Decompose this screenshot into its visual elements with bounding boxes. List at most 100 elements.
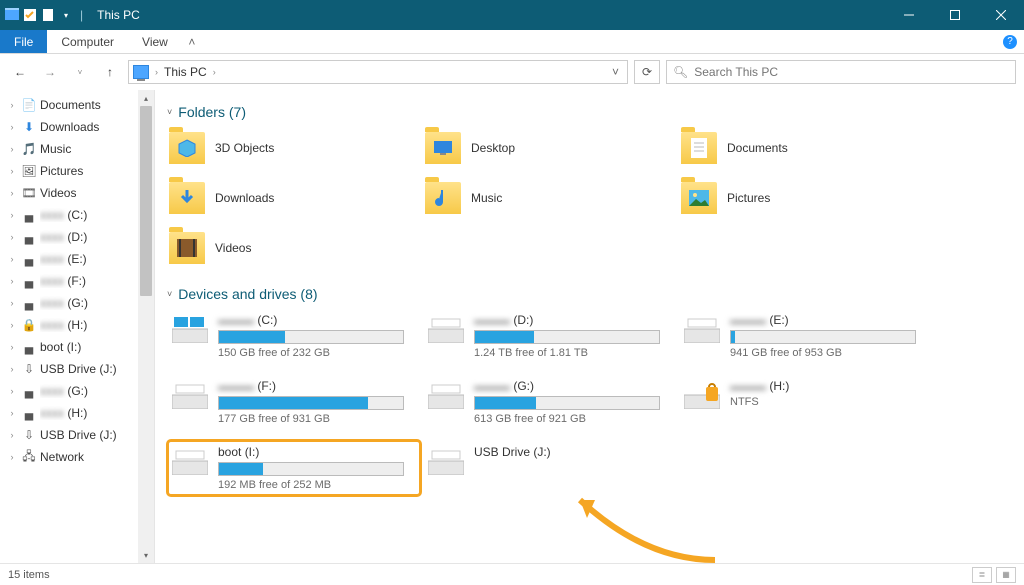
nav-recent-dropdown[interactable]: ˅ — [68, 60, 92, 84]
qat-properties-icon[interactable] — [22, 7, 38, 23]
sidebar-item[interactable]: › ▄ xxxx (E:) — [0, 248, 154, 270]
sidebar-item-label: Music — [40, 142, 71, 156]
thispc-icon — [133, 65, 149, 79]
address-bar[interactable]: › This PC › ˅ — [128, 60, 628, 84]
breadcrumb-sep-icon[interactable]: › — [155, 67, 158, 77]
chevron-down-icon: ˅ — [167, 107, 172, 117]
folder-item[interactable]: Documents — [681, 128, 931, 168]
sidebar-item-label: xxxx (G:) — [40, 384, 88, 398]
view-tiles-button[interactable]: ▦ — [996, 567, 1016, 583]
scroll-thumb[interactable] — [140, 106, 152, 296]
search-box[interactable]: 🔍︎ — [666, 60, 1016, 84]
qat-dropdown-icon[interactable]: ▾ — [58, 7, 74, 23]
sidebar-item[interactable]: › ▄ xxxx (C:) — [0, 204, 154, 226]
sidebar-item[interactable]: › 🎵 Music — [0, 138, 154, 160]
folder-item[interactable]: Pictures — [681, 178, 931, 218]
drive-item[interactable]: ▬▬▬ (H:) NTFS — [681, 376, 931, 428]
sidebar-item-label: boot (I:) — [40, 340, 81, 354]
sidebar-item[interactable]: › 🖧 Network — [0, 446, 154, 468]
folder-icon — [425, 132, 461, 164]
sidebar-item[interactable]: › ▄ xxxx (H:) — [0, 402, 154, 424]
folder-icon — [681, 132, 717, 164]
sidebar-item[interactable]: › ▄ xxxx (G:) — [0, 292, 154, 314]
sidebar-item[interactable]: › 🔒 xxxx (H:) — [0, 314, 154, 336]
folder-item[interactable]: Desktop — [425, 128, 675, 168]
sidebar-item-icon: ▄ — [20, 274, 38, 288]
tab-view[interactable]: View — [128, 30, 182, 53]
sidebar-item[interactable]: › 🖼 Pictures — [0, 160, 154, 182]
drive-icon — [172, 315, 208, 343]
qat-new-icon[interactable] — [40, 7, 56, 23]
sidebar-item[interactable]: › ▄ xxxx (F:) — [0, 270, 154, 292]
drive-item[interactable]: ▬▬▬ (C:) 150 GB free of 232 GB — [169, 310, 419, 362]
chevron-right-icon: › — [6, 320, 18, 330]
sidebar-item-label: xxxx (E:) — [40, 252, 87, 266]
sidebar-item[interactable]: › 📄 Documents — [0, 94, 154, 116]
chevron-right-icon: › — [6, 188, 18, 198]
drive-icon — [428, 315, 464, 343]
sidebar-item-icon: 🎵 — [20, 142, 38, 156]
sidebar-item[interactable]: › ⬇ Downloads — [0, 116, 154, 138]
drive-item[interactable]: ▬▬▬ (D:) 1.24 TB free of 1.81 TB — [425, 310, 675, 362]
breadcrumb-sep-icon[interactable]: › — [213, 67, 216, 77]
ribbon-minimize-icon[interactable]: ˄ — [182, 30, 202, 53]
folder-label: Music — [471, 191, 502, 205]
nav-up-button[interactable]: ↑ — [98, 60, 122, 84]
view-details-button[interactable]: ≣ — [972, 567, 992, 583]
group-folders-header[interactable]: ˅ Folders (7) — [167, 104, 1024, 120]
drive-label: ▬▬▬ (H:) — [730, 379, 928, 393]
sidebar-item[interactable]: › ▄ xxxx (D:) — [0, 226, 154, 248]
drive-usage-bar — [218, 462, 404, 476]
sidebar-item[interactable]: › ⇩ USB Drive (J:) — [0, 358, 154, 380]
folder-item[interactable]: Downloads — [169, 178, 419, 218]
sidebar-item-label: xxxx (C:) — [40, 208, 87, 222]
sidebar-item[interactable]: › ▄ xxxx (G:) — [0, 380, 154, 402]
drive-item[interactable]: USB Drive (J:) — [425, 442, 675, 494]
address-dropdown-icon[interactable]: ˅ — [608, 65, 623, 79]
tab-file[interactable]: File — [0, 30, 47, 53]
tab-computer[interactable]: Computer — [47, 30, 128, 53]
drive-item[interactable]: ▬▬▬ (F:) 177 GB free of 931 GB — [169, 376, 419, 428]
sidebar-item-icon: ▄ — [20, 406, 38, 420]
folder-item[interactable]: Music — [425, 178, 675, 218]
group-drives-header[interactable]: ˅ Devices and drives (8) — [167, 286, 1024, 302]
sidebar-item[interactable]: › ⇩ USB Drive (J:) — [0, 424, 154, 446]
sidebar-item-label: Videos — [40, 186, 76, 200]
close-button[interactable] — [978, 0, 1024, 30]
folder-item[interactable]: 3D Objects — [169, 128, 419, 168]
scroll-up-icon[interactable]: ▴ — [138, 90, 154, 106]
sidebar-item-label: xxxx (D:) — [40, 230, 87, 244]
drive-item[interactable]: boot (I:) 192 MB free of 252 MB — [169, 442, 419, 494]
sidebar-scrollbar[interactable]: ▴ ▾ — [138, 90, 154, 563]
drive-free-text: 1.24 TB free of 1.81 TB — [474, 347, 672, 359]
sidebar-item-icon: ▄ — [20, 208, 38, 222]
drive-icon — [428, 447, 464, 475]
sidebar-item-icon: ▄ — [20, 384, 38, 398]
drive-item[interactable]: ▬▬▬ (E:) 941 GB free of 953 GB — [681, 310, 931, 362]
search-input[interactable] — [694, 65, 1009, 79]
sidebar-item-label: xxxx (H:) — [40, 318, 87, 332]
help-button[interactable]: ? — [996, 30, 1024, 53]
maximize-button[interactable] — [932, 0, 978, 30]
drive-item[interactable]: ▬▬▬ (G:) 613 GB free of 921 GB — [425, 376, 675, 428]
sidebar-item-label: USB Drive (J:) — [40, 362, 117, 376]
status-bar: 15 items ≣ ▦ — [0, 563, 1024, 585]
sidebar-item[interactable]: › ▄ boot (I:) — [0, 336, 154, 358]
minimize-button[interactable] — [886, 0, 932, 30]
sidebar-item-label: xxxx (F:) — [40, 274, 86, 288]
qat-explorer-icon[interactable] — [4, 7, 20, 23]
sidebar-item[interactable]: › 🎞 Videos — [0, 182, 154, 204]
nav-back-button[interactable]: ← — [8, 60, 32, 84]
drive-usage-bar — [730, 330, 916, 344]
nav-tree[interactable]: › 📄 Documents› ⬇ Downloads› 🎵 Music› 🖼 P… — [0, 90, 155, 563]
refresh-button[interactable]: ⟳ — [634, 60, 660, 84]
folder-item[interactable]: Videos — [169, 228, 419, 268]
sidebar-item-icon: 🔒 — [20, 318, 38, 332]
nav-forward-button[interactable]: → — [38, 60, 62, 84]
scroll-down-icon[interactable]: ▾ — [138, 547, 154, 563]
search-icon: 🔍︎ — [673, 65, 688, 79]
breadcrumb-thispc[interactable]: This PC — [164, 65, 207, 79]
titlebar: ▾ | This PC — [0, 0, 1024, 30]
chevron-right-icon: › — [6, 342, 18, 352]
sidebar-item-icon: ▄ — [20, 230, 38, 244]
